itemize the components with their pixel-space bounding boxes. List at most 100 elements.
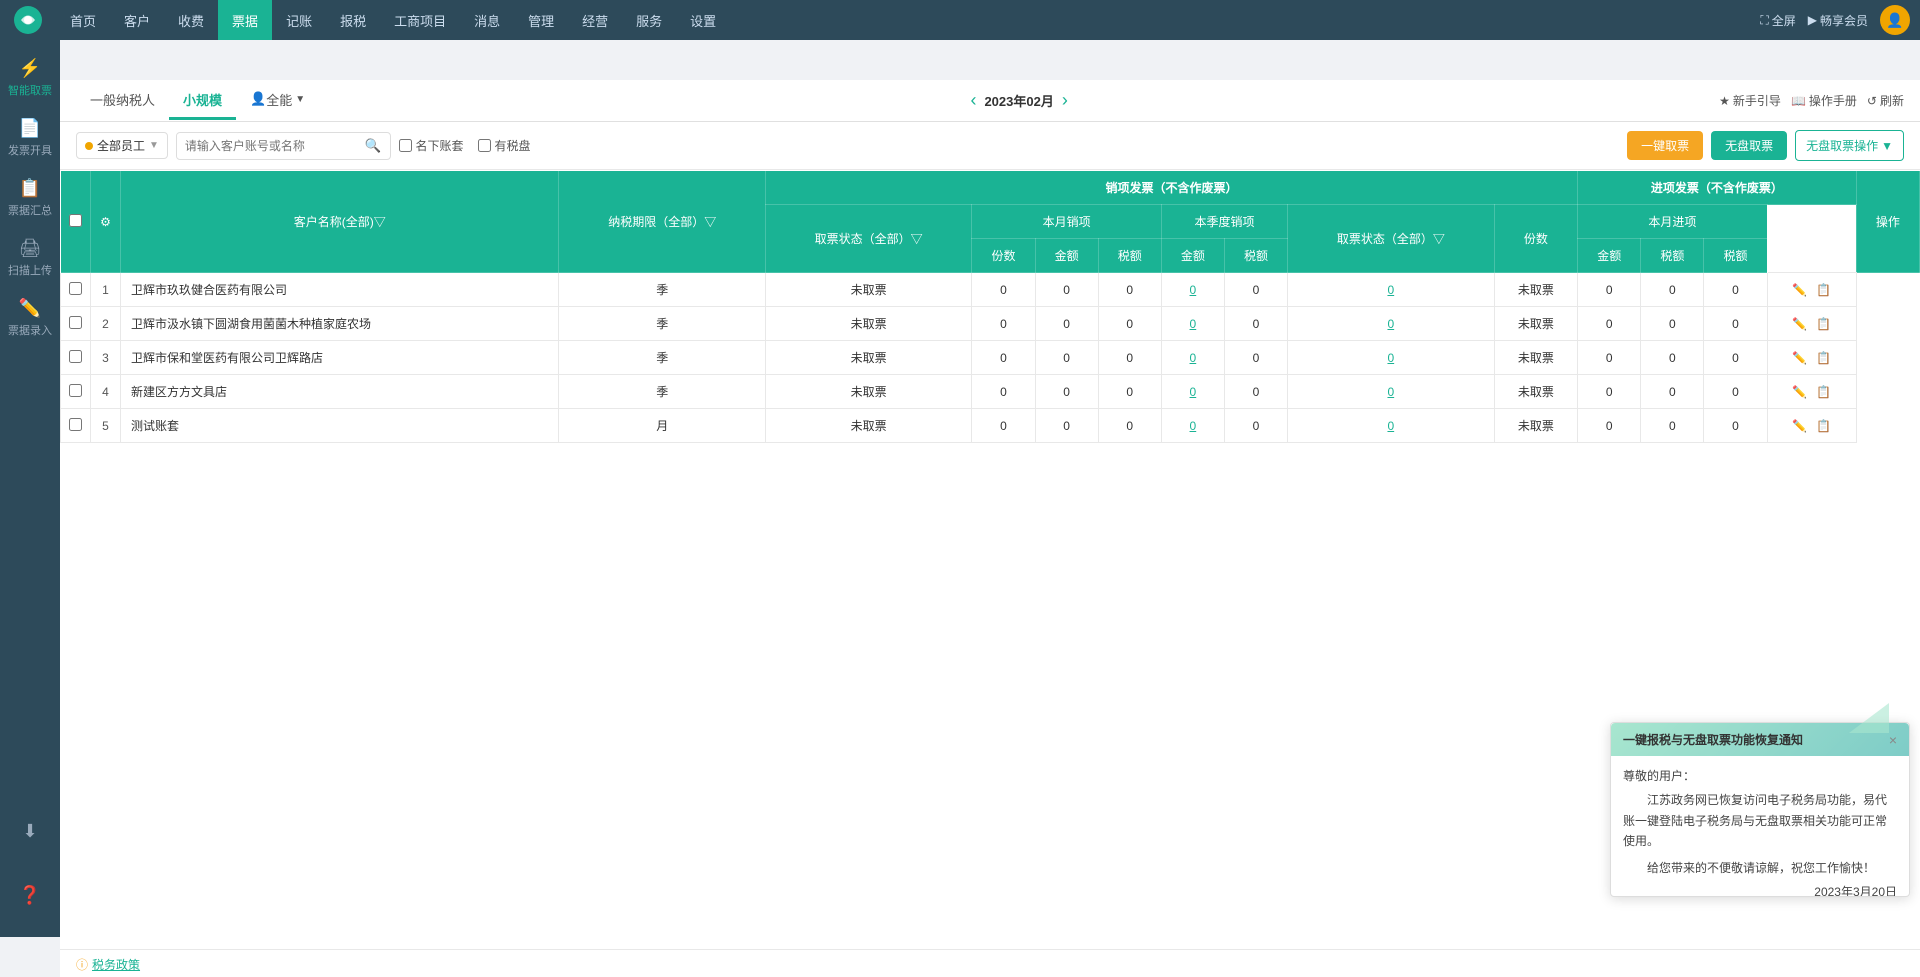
tab-all[interactable]: 👤 全能 ▼ — [236, 82, 319, 120]
row-purchase-month-tax: 0 — [1704, 273, 1767, 307]
nav-ticket[interactable]: 票据 — [218, 0, 272, 40]
nav-tax[interactable]: 报税 — [326, 0, 380, 40]
search-button[interactable]: 🔍 — [357, 133, 390, 159]
row-sales-quarter-amount: 0 — [1161, 307, 1224, 341]
edit-icon[interactable]: ✏️ — [1792, 419, 1807, 433]
sidebar-download[interactable]: ⬇ — [2, 803, 58, 859]
edit-icon[interactable]: ✏️ — [1792, 385, 1807, 399]
notification-close-btn[interactable]: × — [1889, 732, 1897, 748]
nav-bookkeeping[interactable]: 记账 — [272, 0, 326, 40]
view-icon[interactable]: 📋 — [1816, 283, 1831, 297]
row-purchase-status: 未取票 — [1494, 273, 1578, 307]
no-disk-ticket-btn[interactable]: 无盘取票 — [1711, 131, 1787, 160]
row-sales-month-count: 0 — [972, 409, 1035, 443]
refresh-icon: ↺ — [1867, 94, 1877, 108]
row-sales-year-amount: 0 — [1288, 375, 1494, 409]
chevron-down-icon: ▼ — [295, 94, 305, 105]
sidebar-item-intelligent[interactable]: ⚡ 智能取票 — [2, 50, 58, 106]
row-name[interactable]: 卫辉市玖玖健合医药有限公司 — [121, 273, 559, 307]
row-purchase-month-amount: 0 — [1641, 273, 1704, 307]
notification-footer-text: 给您带来的不便敬请谅解，祝您工作愉快！ — [1623, 858, 1897, 878]
tab-general[interactable]: 一般纳税人 — [76, 82, 169, 120]
col-header-purchase-month: 本月进项 — [1578, 205, 1767, 239]
avatar[interactable]: 👤 — [1880, 5, 1910, 35]
manual-icon: 📖 — [1791, 94, 1806, 108]
row-checkbox[interactable] — [61, 375, 91, 409]
view-icon[interactable]: 📋 — [1816, 317, 1831, 331]
view-icon[interactable]: 📋 — [1816, 351, 1831, 365]
row-sales-month-count: 0 — [972, 375, 1035, 409]
nav-business[interactable]: 工商项目 — [380, 0, 460, 40]
row-checkbox[interactable] — [61, 273, 91, 307]
row-no: 1 — [91, 273, 121, 307]
row-sales-year-amount: 0 — [1288, 341, 1494, 375]
sidebar-bottom: ⬇ ❓ — [2, 803, 58, 927]
select-all-checkbox[interactable] — [69, 214, 82, 227]
row-name[interactable]: 新建区方方文具店 — [121, 375, 559, 409]
col-header-name: 客户名称(全部)▽ — [121, 171, 559, 273]
row-purchase-month-count: 0 — [1578, 409, 1641, 443]
row-sales-month-amount: 0 — [1035, 273, 1098, 307]
sidebar-item-scan[interactable]: 🖨 扫描上传 — [2, 230, 58, 286]
sidebar-item-summary[interactable]: 📋 票据汇总 — [2, 170, 58, 226]
row-checkbox[interactable] — [61, 307, 91, 341]
edit-icon[interactable]: ✏️ — [1792, 351, 1807, 365]
row-checkbox[interactable] — [61, 341, 91, 375]
vip-btn[interactable]: ▶ 畅享会员 — [1808, 12, 1868, 29]
sidebar-label-summary: 票据汇总 — [8, 202, 52, 218]
row-name[interactable]: 测试账套 — [121, 409, 559, 443]
scan-icon: 🖨 — [19, 238, 42, 259]
dot-icon — [85, 142, 93, 150]
row-checkbox[interactable] — [61, 409, 91, 443]
tax-policy-link[interactable]: 税务政策 — [92, 956, 140, 973]
checkbox-has-taxpad-input[interactable] — [478, 139, 491, 152]
refresh-btn[interactable]: ↺ 刷新 — [1867, 92, 1904, 109]
tab-small-scale[interactable]: 小规模 — [169, 82, 236, 120]
fullscreen-btn[interactable]: ⛶ 全屏 — [1760, 12, 1795, 29]
edit-icon[interactable]: ✏️ — [1792, 283, 1807, 297]
employee-select[interactable]: 全部员工 ▼ — [76, 132, 168, 159]
one-click-ticket-btn[interactable]: 一键取票 — [1627, 131, 1703, 160]
edit-icon[interactable]: ✏️ — [1792, 317, 1807, 331]
nav-customer[interactable]: 客户 — [110, 0, 164, 40]
nav-billing[interactable]: 收费 — [164, 0, 218, 40]
new-guide-btn[interactable]: ★ 新手引导 — [1719, 92, 1781, 109]
row-sales-quarter-tax: 0 — [1224, 409, 1287, 443]
nav-settings[interactable]: 设置 — [676, 0, 730, 40]
row-name[interactable]: 卫辉市保和堂医药有限公司卫辉路店 — [121, 341, 559, 375]
row-period: 月 — [559, 409, 765, 443]
sidebar-help[interactable]: ❓ — [2, 867, 58, 923]
next-month-btn[interactable]: › — [1062, 90, 1068, 111]
row-sales-quarter-tax: 0 — [1224, 375, 1287, 409]
nav-home[interactable]: 首页 — [56, 0, 110, 40]
row-sales-month-tax: 0 — [1098, 273, 1161, 307]
nav-message[interactable]: 消息 — [460, 0, 514, 40]
row-name[interactable]: 卫辉市汲水镇下圆湖食用菌菌木种植家庭农场 — [121, 307, 559, 341]
checkbox-my-accounts-input[interactable] — [399, 139, 412, 152]
prev-month-btn[interactable]: ‹ — [970, 90, 976, 111]
row-sales-month-tax: 0 — [1098, 409, 1161, 443]
checkbox-my-accounts[interactable]: 名下账套 — [399, 137, 464, 154]
col-header-sales-year: 取票状态（全部）▽ — [1288, 205, 1494, 273]
row-sales-status: 未取票 — [765, 375, 971, 409]
row-sales-month-tax: 0 — [1098, 375, 1161, 409]
row-sales-month-count: 0 — [972, 341, 1035, 375]
row-sales-status: 未取票 — [765, 307, 971, 341]
status-bar: ⓘ 税务政策 — [60, 949, 1920, 977]
nav-service[interactable]: 服务 — [622, 0, 676, 40]
row-purchase-month-tax: 0 — [1704, 375, 1767, 409]
manual-btn[interactable]: 📖 操作手册 — [1791, 92, 1857, 109]
nav-management[interactable]: 管理 — [514, 0, 568, 40]
view-icon[interactable]: 📋 — [1816, 419, 1831, 433]
sidebar-item-entry[interactable]: ✏️ 票据录入 — [2, 290, 58, 346]
sidebar-item-invoice-open[interactable]: 📄 发票开具 — [2, 110, 58, 166]
row-sales-quarter-amount: 0 — [1161, 409, 1224, 443]
row-sales-quarter-tax: 0 — [1224, 307, 1287, 341]
checkbox-has-taxpad[interactable]: 有税盘 — [478, 137, 531, 154]
search-input[interactable] — [177, 134, 357, 158]
nav-operation[interactable]: 经营 — [568, 0, 622, 40]
row-period: 季 — [559, 273, 765, 307]
notification-popup: 一键报税与无盘取票功能恢复通知 × 尊敬的用户： 江苏政务网已恢复访问电子税务局… — [1610, 722, 1910, 897]
view-icon[interactable]: 📋 — [1816, 385, 1831, 399]
no-disk-ticket-action-btn[interactable]: 无盘取票操作 ▼ — [1795, 130, 1904, 161]
